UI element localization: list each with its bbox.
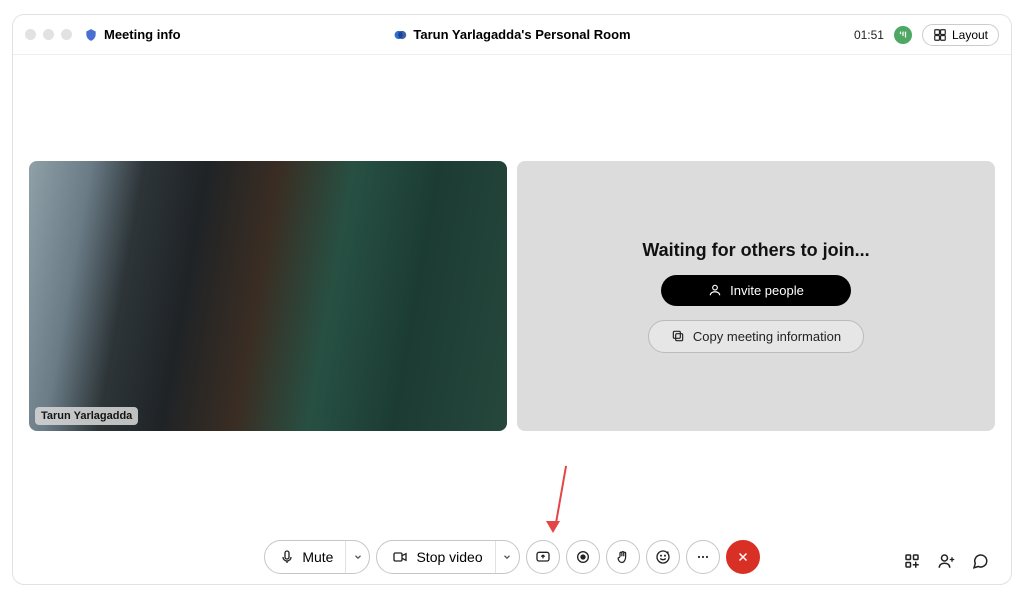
mute-button[interactable]: Mute (265, 541, 345, 573)
meeting-window: Meeting info Tarun Yarlagadda's Personal… (12, 14, 1012, 585)
shield-icon[interactable] (84, 28, 98, 42)
chat-button[interactable] (971, 552, 989, 570)
stop-video-label: Stop video (416, 549, 482, 565)
encryption-badge[interactable] (894, 26, 912, 44)
meeting-info-button[interactable]: Meeting info (104, 27, 181, 42)
microphone-icon (279, 549, 295, 565)
copy-meeting-info-button[interactable]: Copy meeting information (648, 320, 864, 353)
video-grid: Tarun Yarlagadda Waiting for others to j… (13, 55, 1011, 584)
video-camera-icon (391, 549, 409, 565)
webex-logo-icon (393, 28, 407, 42)
invite-people-label: Invite people (730, 283, 804, 298)
stop-video-split-button[interactable]: Stop video (376, 540, 519, 574)
end-call-button[interactable] (726, 540, 760, 574)
more-options-button[interactable] (686, 540, 720, 574)
participant-name-label: Tarun Yarlagadda (35, 407, 138, 425)
mute-label: Mute (302, 549, 333, 565)
mute-split-button[interactable]: Mute (264, 540, 370, 574)
video-options-caret[interactable] (495, 541, 519, 573)
layout-button-label: Layout (952, 28, 988, 42)
chat-icon (971, 552, 989, 570)
share-screen-icon (535, 549, 551, 565)
self-video-tile[interactable]: Tarun Yarlagadda (29, 161, 507, 431)
room-title-text: Tarun Yarlagadda's Personal Room (413, 27, 630, 42)
copy-meeting-info-label: Copy meeting information (693, 329, 841, 344)
apps-button[interactable] (903, 552, 921, 570)
copy-icon (671, 329, 685, 343)
meeting-duration: 01:51 (854, 28, 884, 42)
meeting-toolbar: Mute Stop video (13, 540, 1011, 574)
titlebar-right: 01:51 Layout (854, 24, 999, 46)
layout-button[interactable]: Layout (922, 24, 999, 46)
chevron-down-icon (353, 552, 363, 562)
window-min-dot[interactable] (43, 29, 54, 40)
window-max-dot[interactable] (61, 29, 72, 40)
share-screen-button[interactable] (526, 540, 560, 574)
mute-options-caret[interactable] (345, 541, 369, 573)
room-title: Tarun Yarlagadda's Personal Room (393, 27, 630, 42)
apps-icon (903, 552, 921, 570)
stop-video-button[interactable]: Stop video (377, 541, 494, 573)
titlebar: Meeting info Tarun Yarlagadda's Personal… (13, 15, 1011, 55)
raise-hand-icon (615, 550, 630, 565)
raise-hand-button[interactable] (606, 540, 640, 574)
ellipsis-icon (695, 549, 711, 565)
reactions-button[interactable] (646, 540, 680, 574)
close-icon (736, 550, 750, 564)
window-close-dot[interactable] (25, 29, 36, 40)
toolbar-right-panel (903, 552, 989, 570)
participants-icon (937, 552, 955, 570)
participants-button[interactable] (937, 552, 955, 570)
layout-grid-icon (933, 28, 947, 42)
chevron-down-icon (502, 552, 512, 562)
invite-people-button[interactable]: Invite people (661, 275, 851, 306)
record-button[interactable] (566, 540, 600, 574)
emoji-icon (655, 549, 671, 565)
waiting-message: Waiting for others to join... (642, 240, 869, 261)
person-add-icon (708, 283, 722, 297)
waiting-tile: Waiting for others to join... Invite peo… (517, 161, 995, 431)
window-controls[interactable] (25, 29, 72, 40)
record-icon (575, 549, 591, 565)
